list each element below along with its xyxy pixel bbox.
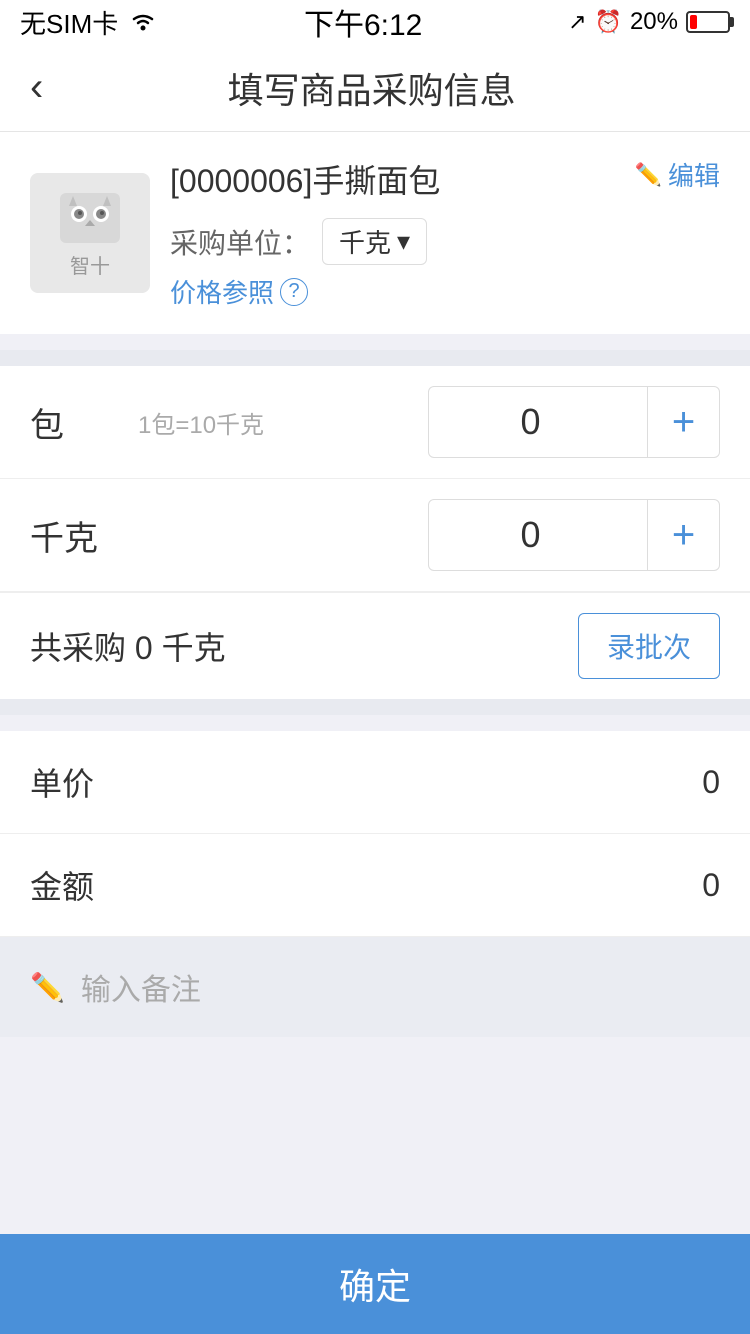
price-reference-link[interactable]: 价格参照 ?: [170, 273, 615, 310]
amount-value: 0: [702, 867, 720, 904]
kg-plus-button[interactable]: +: [648, 499, 720, 571]
bag-quantity-input[interactable]: [428, 386, 648, 458]
nav-bar: ‹ 填写商品采购信息: [0, 44, 750, 132]
bag-input-row: 包 1包=10千克 +: [0, 366, 750, 479]
summary-text: 共采购 0 千克: [30, 623, 226, 669]
remark-placeholder[interactable]: 输入备注: [81, 965, 201, 1009]
edit-button[interactable]: ✏️ 编辑: [635, 156, 720, 193]
unit-price-value: 0: [702, 764, 720, 801]
summary-row: 共采购 0 千克 录批次: [0, 592, 750, 699]
quantity-input-section: 包 1包=10千克 + 千克 + 共采购 0 千克 录批次: [0, 366, 750, 699]
product-right-actions: ✏️ 编辑: [635, 156, 720, 310]
product-card: 智十 [0000006]手撕面包 采购单位： 千克 ▾ 价格参照 ? ✏️: [0, 132, 750, 334]
status-left: 无SIM卡: [20, 4, 158, 41]
edit-icon: ✏️: [635, 162, 662, 188]
section-divider-1: [0, 350, 750, 366]
bag-hint: 1包=10千克: [138, 405, 264, 440]
kg-input-row: 千克 +: [0, 479, 750, 592]
product-unit-row: 采购单位： 千克 ▾: [170, 218, 615, 265]
pencil-icon: ✏️: [30, 971, 65, 1004]
bag-label: 包: [30, 398, 130, 447]
batch-record-button[interactable]: 录批次: [578, 613, 720, 679]
battery-percent: 20%: [630, 8, 678, 36]
battery-icon: [686, 11, 730, 33]
confirm-footer[interactable]: 确定: [0, 1234, 750, 1334]
kg-quantity-input[interactable]: [428, 499, 648, 571]
dropdown-arrow-icon: ▾: [397, 226, 410, 257]
amount-row: 金额 0: [0, 834, 750, 937]
product-image: 智十: [30, 173, 150, 293]
product-info: [0000006]手撕面包 采购单位： 千克 ▾ 价格参照 ?: [170, 156, 615, 310]
unit-price-row: 单价 0: [0, 731, 750, 834]
status-bar: 无SIM卡 下午6:12 ↗ ⏰ 20%: [0, 0, 750, 44]
alarm-icon: ⏰: [595, 9, 622, 35]
product-name: [0000006]手撕面包: [170, 156, 615, 202]
location-icon: ↗: [568, 9, 586, 35]
section-divider-2: [0, 699, 750, 715]
back-button[interactable]: ‹: [30, 65, 63, 110]
amount-label: 金额: [30, 862, 94, 908]
status-time: 下午6:12: [304, 0, 422, 44]
purchase-unit-label: 采购单位：: [170, 222, 310, 262]
unit-price-label: 单价: [30, 759, 94, 805]
bag-input-controls: +: [428, 386, 720, 458]
kg-input-controls: +: [428, 499, 720, 571]
wifi-icon: [128, 7, 158, 38]
page-title: 填写商品采购信息: [63, 62, 680, 114]
product-thumbnail-icon: [55, 188, 125, 248]
confirm-button[interactable]: 确定: [339, 1258, 411, 1310]
status-right: ↗ ⏰ 20%: [568, 8, 730, 36]
bag-plus-button[interactable]: +: [648, 386, 720, 458]
unit-selector[interactable]: 千克 ▾: [322, 218, 427, 265]
price-info-section: 单价 0 金额 0: [0, 731, 750, 937]
kg-label: 千克: [30, 511, 130, 560]
carrier-text: 无SIM卡: [20, 4, 118, 41]
remark-section: ✏️ 输入备注: [0, 937, 750, 1037]
help-icon: ?: [280, 278, 308, 306]
